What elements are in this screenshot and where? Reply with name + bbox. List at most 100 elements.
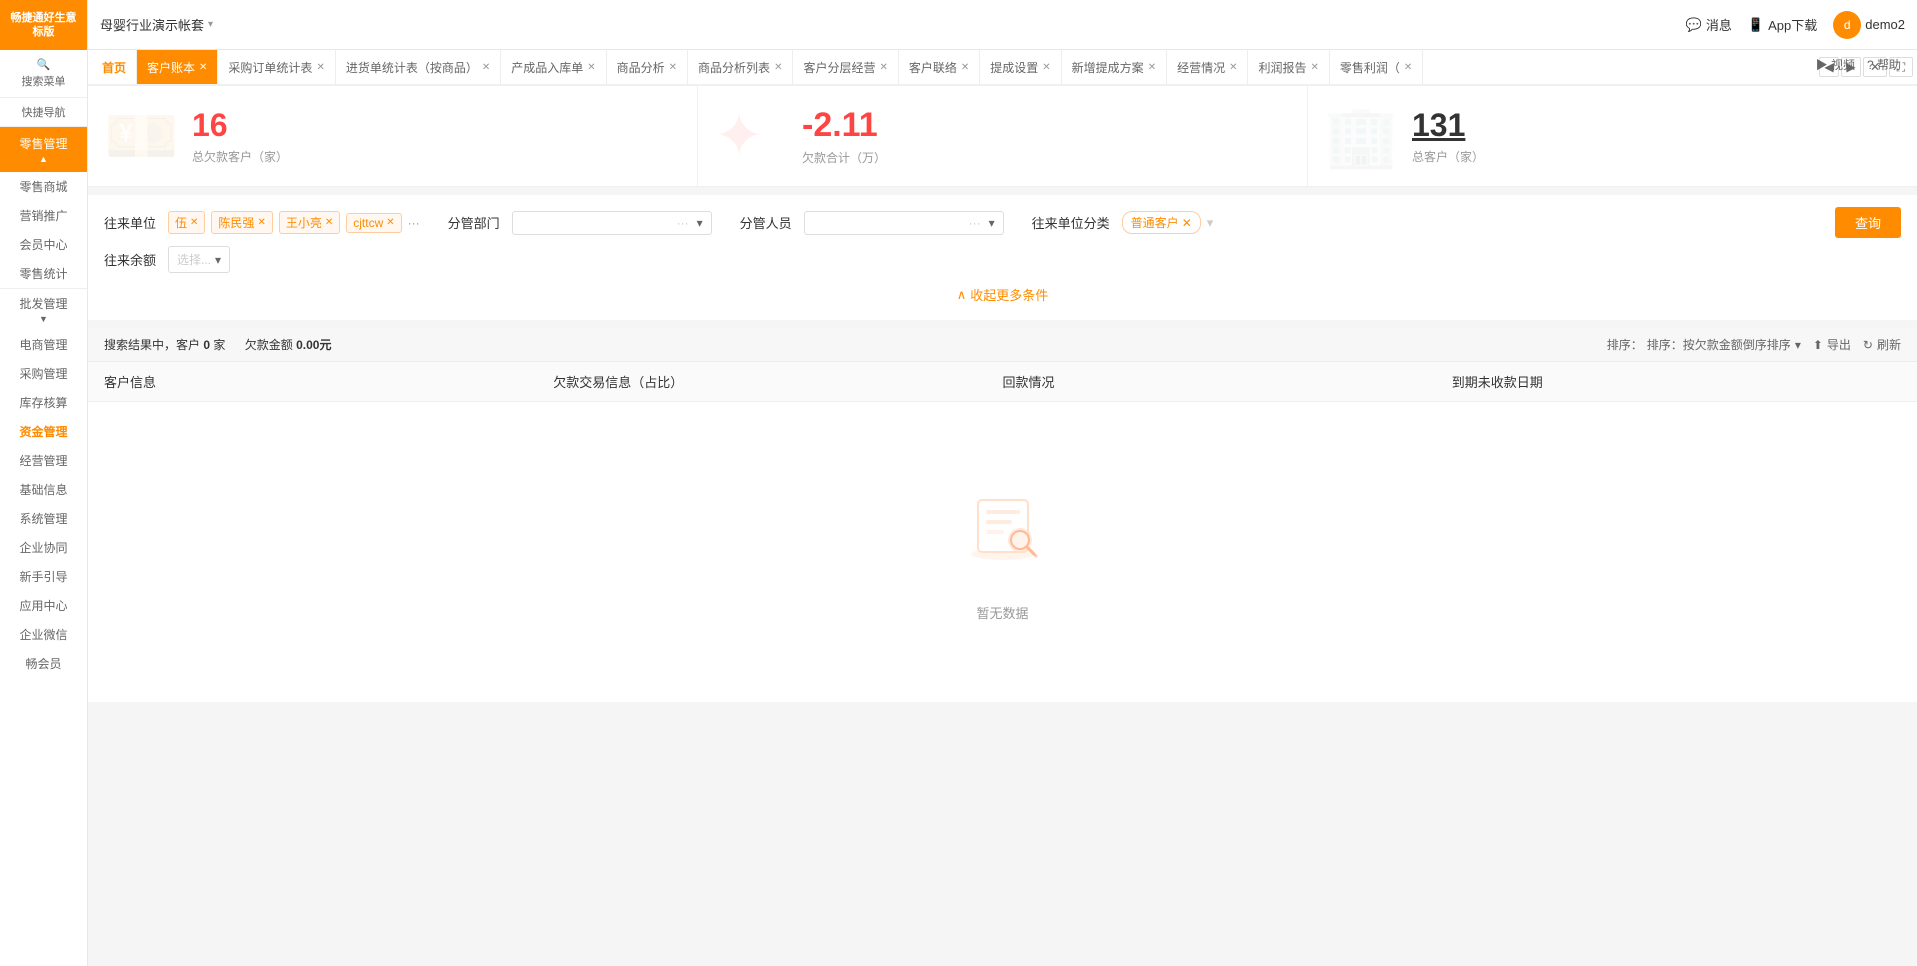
tab-business-status-label: 经营情况 [1177, 59, 1225, 76]
sidebar-item-appcenter[interactable]: 应用中心 [0, 591, 87, 620]
sidebar-item-retail-stats[interactable]: 零售统计 [0, 259, 87, 289]
sidebar-item-basic[interactable]: 基础信息 [0, 475, 87, 504]
tab-product-inbound-close[interactable]: ✕ [587, 62, 595, 73]
tab-new-commission-close[interactable]: ✕ [1148, 62, 1156, 73]
tab-inbound-close[interactable]: ✕ [482, 62, 490, 73]
sidebar-item-member-club[interactable]: 畅会员 [0, 649, 87, 678]
filter-tag-wang-close[interactable]: ✕ [325, 217, 333, 228]
filter-tag-cjttcw-close[interactable]: ✕ [386, 217, 394, 228]
collapse-up-icon: ∧ [957, 287, 967, 303]
unit-class-tag-close[interactable]: ✕ [1182, 216, 1192, 230]
filter-more-button[interactable]: ··· [408, 216, 420, 230]
content-area: ▶ 视频 ? 帮助 💴 16 总欠款客户（家） ✦ -2.11 [88, 86, 1917, 966]
tab-customer-tier[interactable]: 客户分层经营 ✕ [793, 50, 898, 85]
empty-state-icon [958, 482, 1048, 591]
tab-customer-ledger[interactable]: 客户账本 ✕ [137, 50, 218, 85]
stat-total-bg-icon: 🏢 [1324, 101, 1399, 172]
filter-area: 往来单位 伍 ✕ 陈民强 ✕ 王小亮 ✕ cjttcw [88, 195, 1917, 320]
collapse-button[interactable]: ∧ 收起更多条件 [945, 281, 1061, 308]
sort-select[interactable]: 排序： 排序：按欠款金额倒序排序 [1607, 336, 1801, 353]
tab-product-inbound[interactable]: 产成品入库单 ✕ [501, 50, 606, 85]
tab-goods-analysis[interactable]: 商品分析 ✕ [607, 50, 688, 85]
tab-customer-ledger-close[interactable]: ✕ [199, 62, 207, 73]
sidebar-item-inventory[interactable]: 库存核算 [0, 388, 87, 417]
sidebar-item-search[interactable]: 🔍 搜索菜单 [0, 50, 87, 98]
tab-customer-contact[interactable]: 客户联络 ✕ [899, 50, 980, 85]
sidebar-item-finance[interactable]: 资金管理 [0, 417, 87, 446]
tab-profit-report[interactable]: 利润报告 ✕ [1248, 50, 1329, 85]
tab-goods-analysis-list[interactable]: 商品分析列表 ✕ [688, 50, 793, 85]
stat-customers-text: 16 总欠款客户（家） [192, 107, 288, 165]
user-avatar-section[interactable]: d demo2 [1833, 11, 1905, 39]
sidebar-item-retail-shop[interactable]: 零售商城 [0, 172, 87, 201]
tab-commission-close[interactable]: ✕ [1042, 62, 1050, 73]
tab-inbound-stats[interactable]: 进货单统计表（按商品） ✕ [336, 50, 501, 85]
empty-state: 暂无数据 [88, 402, 1917, 702]
account-selector[interactable]: 母婴行业演示帐套 ▾ [100, 15, 213, 34]
sidebar-item-operations[interactable]: 经营管理 [0, 446, 87, 475]
app-download-button[interactable]: 📱 App下载 [1748, 15, 1817, 34]
stat-customers-bg-icon: 💴 [104, 101, 179, 172]
stat-amount-bg-icon: ✦ [714, 101, 764, 171]
unit-class-tag[interactable]: 普通客户 ✕ [1122, 211, 1201, 234]
filter-row-1: 往来单位 伍 ✕ 陈民强 ✕ 王小亮 ✕ cjttcw [104, 207, 1901, 238]
sidebar-item-marketing[interactable]: 营销推广 [0, 201, 87, 230]
stat-card-customers: 💴 16 总欠款客户（家） [88, 86, 698, 186]
sidebar-item-quicknav[interactable]: 快捷导航 [0, 98, 87, 127]
filter-tag-chen[interactable]: 陈民强 ✕ [211, 211, 272, 234]
search-button[interactable]: 查询 [1835, 207, 1901, 238]
tab-goods-analysis-label: 商品分析 [617, 59, 665, 76]
download-icon: 📱 [1748, 17, 1764, 33]
amount-filter-select[interactable]: 选择... [168, 246, 230, 273]
tab-customer-contact-close[interactable]: ✕ [961, 62, 969, 73]
tab-goods-list-close[interactable]: ✕ [774, 62, 782, 73]
sidebar-item-purchase[interactable]: 采购管理 [0, 359, 87, 388]
filter-tag-wu-close[interactable]: ✕ [190, 217, 198, 228]
filter-tag-wu[interactable]: 伍 ✕ [168, 211, 205, 234]
unit-class-label: 往来单位分类 [1032, 213, 1110, 232]
stat-amount-text: -2.11 欠款合计（万） [802, 106, 886, 166]
export-button[interactable]: ⬆ 导出 [1813, 336, 1851, 353]
sidebar-item-members[interactable]: 会员中心 [0, 230, 87, 259]
home-tab-label: 首页 [102, 59, 126, 76]
filter-row-2: 往来余额 选择... [104, 246, 1901, 273]
filter-tag-wang[interactable]: 王小亮 ✕ [279, 211, 340, 234]
tab-goods-analysis-list-label: 商品分析列表 [698, 59, 770, 76]
filter-tag-chen-close[interactable]: ✕ [257, 217, 265, 228]
sidebar-item-retail[interactable]: 零售管理 ▲ [0, 127, 87, 172]
refresh-button[interactable]: ↻ 刷新 [1863, 336, 1901, 353]
tab-purchase-stats-label: 采购订单统计表 [228, 59, 312, 76]
tab-business-status[interactable]: 经营情况 ✕ [1167, 50, 1248, 85]
filter-tag-cjttcw[interactable]: cjttcw ✕ [346, 213, 401, 233]
sidebar-item-ecommerce[interactable]: 电商管理 [0, 330, 87, 359]
tab-new-commission[interactable]: 新增提成方案 ✕ [1062, 50, 1167, 85]
tab-purchase-stats[interactable]: 采购订单统计表 ✕ [218, 50, 335, 85]
tab-home[interactable]: 首页 [92, 50, 137, 85]
tab-retail-profit[interactable]: 零售利润（ ✕ [1330, 50, 1423, 85]
person-filter-label: 分管人员 [740, 213, 792, 232]
sidebar-item-wholesale[interactable]: 批发管理 ▼ [0, 289, 87, 330]
search-menu-icon: 🔍 [37, 58, 51, 71]
tab-profit-report-label: 利润报告 [1258, 59, 1306, 76]
tab-purchase-close[interactable]: ✕ [316, 62, 324, 73]
tab-customer-tier-close[interactable]: ✕ [879, 62, 887, 73]
sidebar-item-newbie[interactable]: 新手引导 [0, 562, 87, 591]
tab-inbound-stats-label: 进货单统计表（按商品） [346, 59, 478, 76]
tab-business-close[interactable]: ✕ [1229, 62, 1237, 73]
sidebar-item-enterprise-wechat[interactable]: 企业微信 [0, 620, 87, 649]
tab-profit-close[interactable]: ✕ [1311, 62, 1319, 73]
sidebar-item-system[interactable]: 系统管理 [0, 504, 87, 533]
search-result-bar: 搜索结果中，客户 0 家 欠款金额 0.00元 排序： 排序：按欠款金额倒序排序… [88, 328, 1917, 362]
logo-text: 畅捷通好生意标版 [11, 11, 77, 40]
tab-retail-profit-close[interactable]: ✕ [1404, 62, 1412, 73]
table-container: 客户信息 欠款交易信息（占比） 回款情况 到期未收款日期 [88, 362, 1917, 702]
wholesale-expand-icon: ▼ [39, 314, 48, 324]
sidebar-logo: 畅捷通好生意标版 [0, 0, 87, 50]
dept-filter-select[interactable]: ··· [512, 211, 712, 235]
message-button[interactable]: 💬 消息 [1686, 15, 1732, 34]
sidebar-item-enterprise[interactable]: 企业协同 [0, 533, 87, 562]
person-chevron-icon [989, 216, 995, 230]
tab-goods-analysis-close[interactable]: ✕ [669, 62, 677, 73]
person-filter-select[interactable]: ··· [804, 211, 1004, 235]
tab-commission-settings[interactable]: 提成设置 ✕ [980, 50, 1061, 85]
